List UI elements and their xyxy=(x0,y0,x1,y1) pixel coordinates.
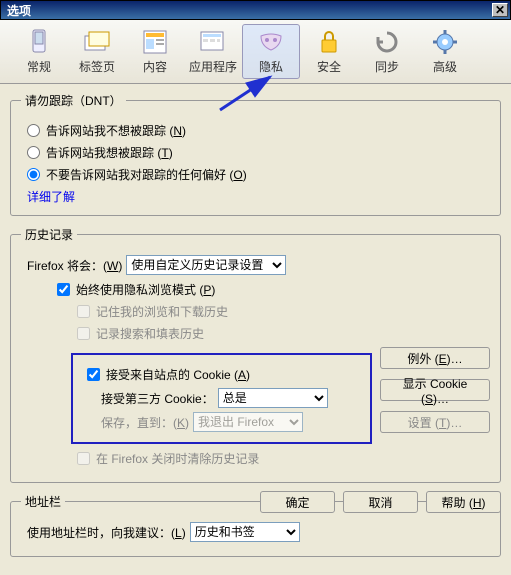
accept-cookies-row[interactable]: 接受来自站点的 Cookie (A) xyxy=(87,366,362,383)
toolbar: 常规 标签页 内容 应用程序 隐私 安全 同步 高级 xyxy=(0,20,511,84)
privacy-mask-icon xyxy=(255,28,287,56)
dialog-buttons: 确定 取消 帮助 (H) xyxy=(260,491,501,513)
radio-no-track[interactable] xyxy=(27,124,40,137)
always-private-checkbox[interactable] xyxy=(57,283,70,296)
dnt-option-track[interactable]: 告诉网站我想被跟踪 (T) xyxy=(27,144,490,161)
tab-applications[interactable]: 应用程序 xyxy=(184,24,242,79)
tab-tabs[interactable]: 标签页 xyxy=(68,24,126,79)
gear-icon xyxy=(429,28,461,56)
history-legend: 历史记录 xyxy=(21,226,77,243)
tab-advanced[interactable]: 高级 xyxy=(416,24,474,79)
tabs-icon xyxy=(81,28,113,56)
tab-sync[interactable]: 同步 xyxy=(358,24,416,79)
dnt-learn-more-link[interactable]: 详细了解 xyxy=(27,188,490,205)
title-bar: 选项 ✕ xyxy=(0,0,511,20)
third-party-row: 接受第三方 Cookie： 总是 xyxy=(101,388,362,408)
ok-button[interactable]: 确定 xyxy=(260,491,335,513)
keep-until-select: 我退出 Firefox xyxy=(193,412,303,432)
radio-track[interactable] xyxy=(27,146,40,159)
history-fieldset: 历史记录 Firefox 将会：(W) 使用自定义历史记录设置 始终使用隐私浏览… xyxy=(10,226,501,483)
lock-icon xyxy=(313,28,345,56)
tab-general[interactable]: 常规 xyxy=(10,24,68,79)
radio-no-pref[interactable] xyxy=(27,168,40,181)
locationbar-select[interactable]: 历史和书签 xyxy=(190,522,300,542)
help-button[interactable]: 帮助 (H) xyxy=(426,491,501,513)
settings-button: 设置 (T)… xyxy=(380,411,490,433)
clear-on-close-checkbox xyxy=(77,452,90,465)
show-cookies-button[interactable]: 显示 Cookie (S)… xyxy=(380,379,490,401)
accept-cookies-checkbox[interactable] xyxy=(87,368,100,381)
general-icon xyxy=(23,28,55,56)
applications-icon xyxy=(197,28,229,56)
history-mode-select[interactable]: 使用自定义历史记录设置 xyxy=(126,255,286,275)
window-title: 选项 xyxy=(3,2,492,19)
tab-privacy[interactable]: 隐私 xyxy=(242,24,300,79)
exceptions-button[interactable]: 例外 (E)… xyxy=(380,347,490,369)
dnt-legend: 请勿跟踪（DNT） xyxy=(21,92,126,109)
sync-icon xyxy=(371,28,403,56)
locationbar-suggest-row: 使用地址栏时，向我建议：(L) 历史和书签 xyxy=(27,522,490,542)
content-icon xyxy=(139,28,171,56)
remember-browse-checkbox xyxy=(77,305,90,318)
dnt-fieldset: 请勿跟踪（DNT） 告诉网站我不想被跟踪 (N) 告诉网站我想被跟踪 (T) 不… xyxy=(10,92,501,216)
tab-security[interactable]: 安全 xyxy=(300,24,358,79)
remember-search-checkbox xyxy=(77,327,90,340)
history-mode-row: Firefox 将会：(W) 使用自定义历史记录设置 xyxy=(27,255,490,275)
cancel-button[interactable]: 取消 xyxy=(343,491,418,513)
tab-content[interactable]: 内容 xyxy=(126,24,184,79)
keep-until-row: 保存，直到：(K) 我退出 Firefox xyxy=(101,412,362,432)
dnt-option-no-track[interactable]: 告诉网站我不想被跟踪 (N) xyxy=(27,122,490,139)
always-private-checkbox-row[interactable]: 始终使用隐私浏览模式 (P) xyxy=(57,281,490,298)
cookie-highlight-box: 接受来自站点的 Cookie (A) 接受第三方 Cookie： 总是 保存，直… xyxy=(71,353,372,444)
third-party-select[interactable]: 总是 xyxy=(218,388,328,408)
remember-search-row: 记录搜索和填表历史 xyxy=(77,325,490,342)
dnt-option-no-pref[interactable]: 不要告诉网站我对跟踪的任何偏好 (O) xyxy=(27,166,490,183)
clear-on-close-row: 在 Firefox 关闭时清除历史记录 xyxy=(77,450,372,467)
remember-browse-row: 记住我的浏览和下载历史 xyxy=(77,303,490,320)
locationbar-legend: 地址栏 xyxy=(21,493,65,510)
close-button[interactable]: ✕ xyxy=(492,3,508,17)
